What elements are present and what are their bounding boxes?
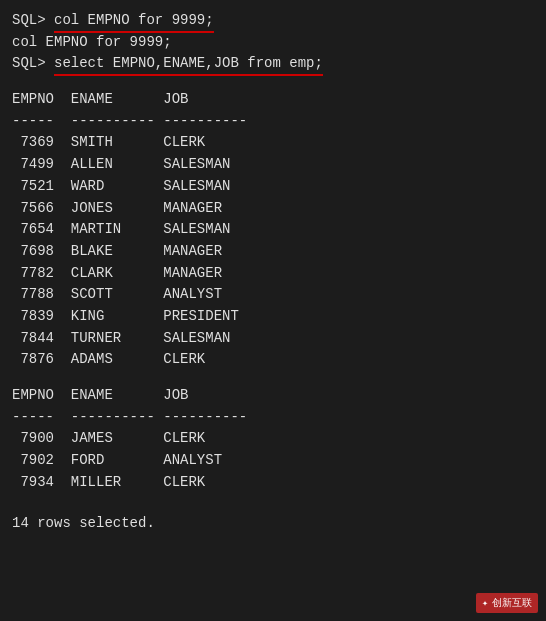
table-row: 7521 WARD SALESMAN xyxy=(12,176,534,198)
blank-1 xyxy=(12,75,534,89)
table-row: 7844 TURNER SALESMAN xyxy=(12,328,534,350)
table-row: 7902 FORD ANALYST xyxy=(12,450,534,472)
table1-divider: ----- ---------- ---------- xyxy=(12,111,534,133)
echo-line-1: col EMPNO for 9999; xyxy=(12,32,534,54)
prompt-prefix-2: SQL> xyxy=(12,55,54,71)
prompt-line-1: SQL> col EMPNO for 9999; xyxy=(12,10,534,32)
prompt-prefix-1: SQL> xyxy=(12,12,54,28)
table2-header: EMPNO ENAME JOB xyxy=(12,385,534,407)
watermark-icon: ✦ xyxy=(482,597,488,609)
blank-3 xyxy=(12,493,534,507)
table-row: 7876 ADAMS CLERK xyxy=(12,349,534,371)
summary-line: 14 rows selected. xyxy=(12,513,534,535)
watermark: ✦ 创新互联 xyxy=(476,593,538,613)
command-1: col EMPNO for 9999; xyxy=(54,10,214,32)
table-row: 7934 MILLER CLERK xyxy=(12,472,534,494)
table-row: 7782 CLARK MANAGER xyxy=(12,263,534,285)
table-row: 7566 JONES MANAGER xyxy=(12,198,534,220)
terminal: SQL> col EMPNO for 9999; col EMPNO for 9… xyxy=(0,0,546,621)
table2-divider: ----- ---------- ---------- xyxy=(12,407,534,429)
table-row: 7788 SCOTT ANALYST xyxy=(12,284,534,306)
table-row: 7839 KING PRESIDENT xyxy=(12,306,534,328)
prompt-line-2: SQL> select EMPNO,ENAME,JOB from emp; xyxy=(12,53,534,75)
table1-header: EMPNO ENAME JOB xyxy=(12,89,534,111)
table-row: 7369 SMITH CLERK xyxy=(12,132,534,154)
command-2: select EMPNO,ENAME,JOB from emp; xyxy=(54,53,323,75)
blank-2 xyxy=(12,371,534,385)
table-row: 7900 JAMES CLERK xyxy=(12,428,534,450)
table-row: 7654 MARTIN SALESMAN xyxy=(12,219,534,241)
watermark-text: 创新互联 xyxy=(492,596,532,610)
table-row: 7698 BLAKE MANAGER xyxy=(12,241,534,263)
table-row: 7499 ALLEN SALESMAN xyxy=(12,154,534,176)
